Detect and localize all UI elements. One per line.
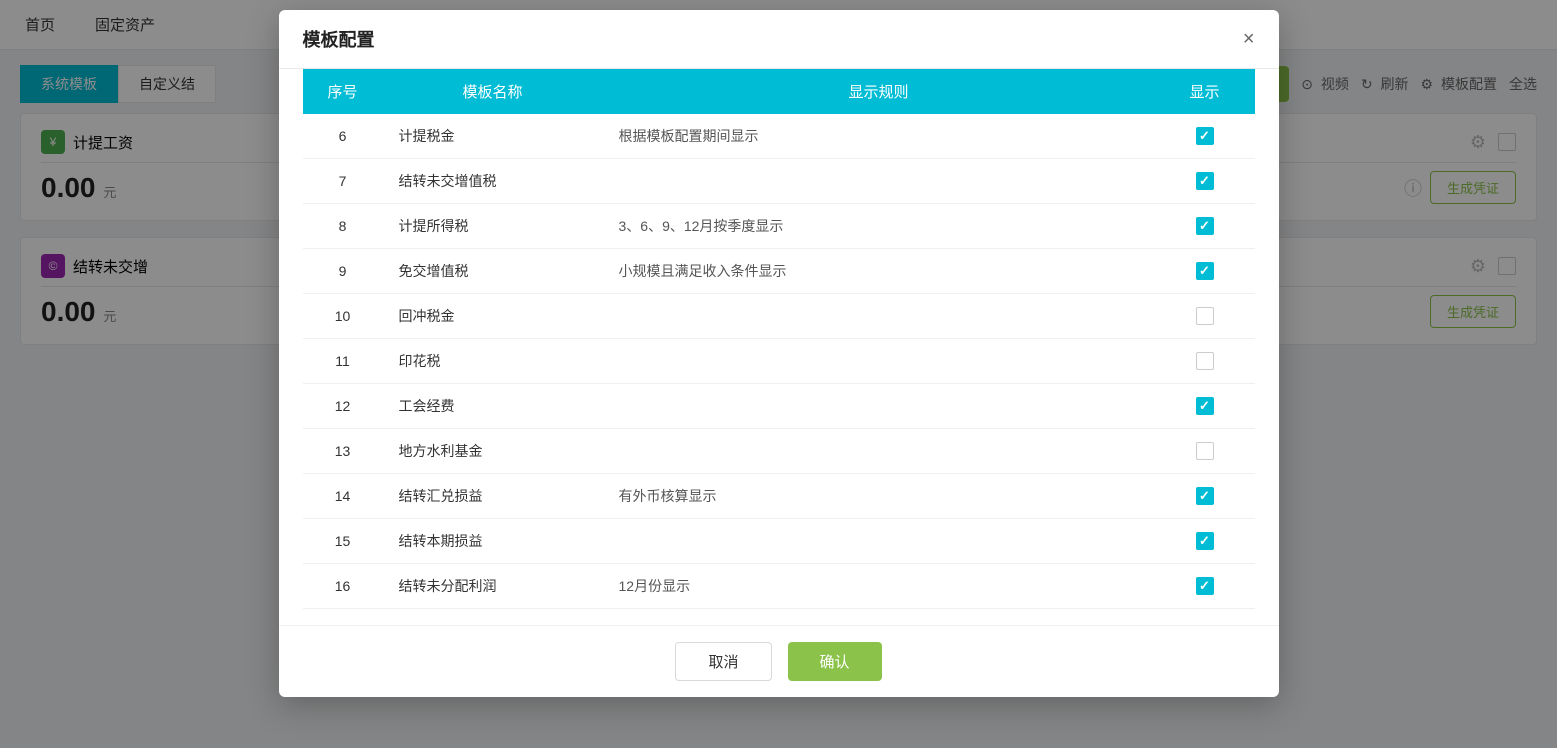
table-row: 6计提税金根据模板配置期间显示	[303, 114, 1255, 159]
row-checkbox-cell	[1155, 474, 1255, 519]
row-checkbox-16[interactable]	[1196, 577, 1214, 595]
table-row: 12工会经费	[303, 384, 1255, 429]
row-index: 7	[303, 159, 383, 204]
row-checkbox-cell	[1155, 249, 1255, 294]
row-index: 13	[303, 429, 383, 474]
config-table: 序号 模板名称 显示规则 显示 6计提税金根据模板配置期间显示7结转未交增值税8…	[303, 69, 1255, 609]
table-row: 10回冲税金	[303, 294, 1255, 339]
row-name: 结转汇兑损益	[383, 474, 603, 519]
row-checkbox-8[interactable]	[1196, 217, 1214, 235]
row-rule	[603, 519, 1155, 564]
row-name: 结转本期损益	[383, 519, 603, 564]
row-checkbox-9[interactable]	[1196, 262, 1214, 280]
row-checkbox-cell	[1155, 429, 1255, 474]
row-checkbox-7[interactable]	[1196, 172, 1214, 190]
row-index: 16	[303, 564, 383, 609]
table-header: 序号 模板名称 显示规则 显示	[303, 69, 1255, 114]
row-index: 10	[303, 294, 383, 339]
dialog-header: 模板配置 ×	[279, 10, 1279, 69]
row-rule	[603, 429, 1155, 474]
col-name: 模板名称	[383, 69, 603, 114]
col-index: 序号	[303, 69, 383, 114]
dialog-close-button[interactable]: ×	[1243, 29, 1255, 49]
row-checkbox-13[interactable]	[1196, 442, 1214, 460]
row-name: 回冲税金	[383, 294, 603, 339]
row-checkbox-cell	[1155, 339, 1255, 384]
row-checkbox-10[interactable]	[1196, 307, 1214, 325]
row-rule: 小规模且满足收入条件显示	[603, 249, 1155, 294]
row-rule: 12月份显示	[603, 564, 1155, 609]
row-checkbox-cell	[1155, 114, 1255, 159]
row-checkbox-cell	[1155, 159, 1255, 204]
table-row: 8计提所得税3、6、9、12月按季度显示	[303, 204, 1255, 249]
row-rule	[603, 384, 1155, 429]
table-row: 11印花税	[303, 339, 1255, 384]
row-index: 8	[303, 204, 383, 249]
template-config-dialog: 模板配置 × 序号 模板名称 显示规则 显示 6计提税金根据模板配置期间显	[279, 10, 1279, 697]
confirm-button[interactable]: 确认	[788, 642, 882, 681]
row-checkbox-14[interactable]	[1196, 487, 1214, 505]
dialog-body: 序号 模板名称 显示规则 显示 6计提税金根据模板配置期间显示7结转未交增值税8…	[279, 69, 1279, 625]
row-checkbox-cell	[1155, 519, 1255, 564]
row-checkbox-cell	[1155, 204, 1255, 249]
row-name: 结转未分配利润	[383, 564, 603, 609]
col-rule: 显示规则	[603, 69, 1155, 114]
row-name: 计提所得税	[383, 204, 603, 249]
table-body: 6计提税金根据模板配置期间显示7结转未交增值税8计提所得税3、6、9、12月按季…	[303, 114, 1255, 609]
row-name: 免交增值税	[383, 249, 603, 294]
row-index: 15	[303, 519, 383, 564]
row-name: 地方水利基金	[383, 429, 603, 474]
row-rule: 有外币核算显示	[603, 474, 1155, 519]
dialog-footer: 取消 确认	[279, 625, 1279, 697]
row-checkbox-cell	[1155, 384, 1255, 429]
row-checkbox-cell	[1155, 294, 1255, 339]
row-rule	[603, 159, 1155, 204]
table-row: 7结转未交增值税	[303, 159, 1255, 204]
row-rule: 根据模板配置期间显示	[603, 114, 1155, 159]
row-name: 计提税金	[383, 114, 603, 159]
row-name: 印花税	[383, 339, 603, 384]
row-checkbox-11[interactable]	[1196, 352, 1214, 370]
row-index: 14	[303, 474, 383, 519]
table-row: 14结转汇兑损益有外币核算显示	[303, 474, 1255, 519]
row-name: 结转未交增值税	[383, 159, 603, 204]
row-rule: 3、6、9、12月按季度显示	[603, 204, 1155, 249]
table-row: 15结转本期损益	[303, 519, 1255, 564]
table-row: 16结转未分配利润12月份显示	[303, 564, 1255, 609]
cancel-button[interactable]: 取消	[675, 642, 771, 681]
table-scroll-wrap: 序号 模板名称 显示规则 显示 6计提税金根据模板配置期间显示7结转未交增值税8…	[303, 69, 1255, 609]
row-index: 6	[303, 114, 383, 159]
modal-overlay: 模板配置 × 序号 模板名称 显示规则 显示 6计提税金根据模板配置期间显	[0, 0, 1557, 748]
row-rule	[603, 294, 1155, 339]
row-index: 12	[303, 384, 383, 429]
row-checkbox-6[interactable]	[1196, 127, 1214, 145]
row-name: 工会经费	[383, 384, 603, 429]
dialog-title: 模板配置	[303, 26, 375, 52]
row-rule	[603, 339, 1155, 384]
row-checkbox-15[interactable]	[1196, 532, 1214, 550]
table-row: 13地方水利基金	[303, 429, 1255, 474]
row-index: 11	[303, 339, 383, 384]
row-checkbox-12[interactable]	[1196, 397, 1214, 415]
table-row: 9免交增值税小规模且满足收入条件显示	[303, 249, 1255, 294]
row-index: 9	[303, 249, 383, 294]
row-checkbox-cell	[1155, 564, 1255, 609]
col-display: 显示	[1155, 69, 1255, 114]
